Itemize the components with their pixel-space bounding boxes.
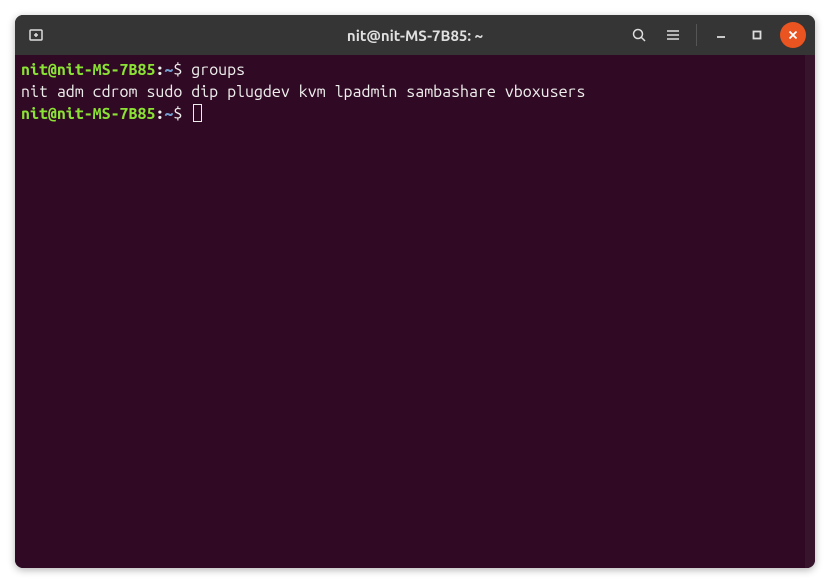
titlebar-left (21, 20, 51, 50)
terminal-line-2: nit@nit-MS-7B85:~$ (21, 103, 809, 125)
command-text: groups (191, 61, 245, 79)
minimize-button[interactable] (708, 22, 734, 48)
prompt-path: ~ (164, 105, 173, 123)
hamburger-icon (665, 27, 681, 43)
maximize-button[interactable] (744, 22, 770, 48)
window-title: nit@nit-MS-7B85: ~ (347, 27, 483, 44)
titlebar-right (624, 20, 809, 50)
terminal-cursor (193, 104, 202, 122)
terminal-output-line: nit adm cdrom sudo dip plugdev kvm lpadm… (21, 81, 809, 103)
terminal-line-1: nit@nit-MS-7B85:~$ groups (21, 59, 809, 81)
prompt-path: ~ (164, 61, 173, 79)
close-icon (788, 30, 798, 40)
minimize-icon (716, 30, 726, 40)
terminal-body[interactable]: nit@nit-MS-7B85:~$ groups nit adm cdrom … (15, 55, 815, 568)
new-tab-button[interactable] (21, 20, 51, 50)
search-button[interactable] (624, 20, 654, 50)
search-icon (631, 27, 647, 43)
titlebar: nit@nit-MS-7B85: ~ (15, 15, 815, 55)
new-tab-icon (28, 27, 44, 43)
prompt-symbol: $ (173, 105, 182, 123)
prompt-symbol: $ (173, 61, 182, 79)
separator (696, 24, 697, 46)
maximize-icon (752, 30, 762, 40)
terminal-window: nit@nit-MS-7B85: ~ (15, 15, 815, 568)
menu-button[interactable] (658, 20, 688, 50)
scrollbar[interactable] (805, 55, 815, 568)
prompt-user-host: nit@nit-MS-7B85 (21, 105, 155, 123)
prompt-user-host: nit@nit-MS-7B85 (21, 61, 155, 79)
close-button[interactable] (780, 22, 806, 48)
